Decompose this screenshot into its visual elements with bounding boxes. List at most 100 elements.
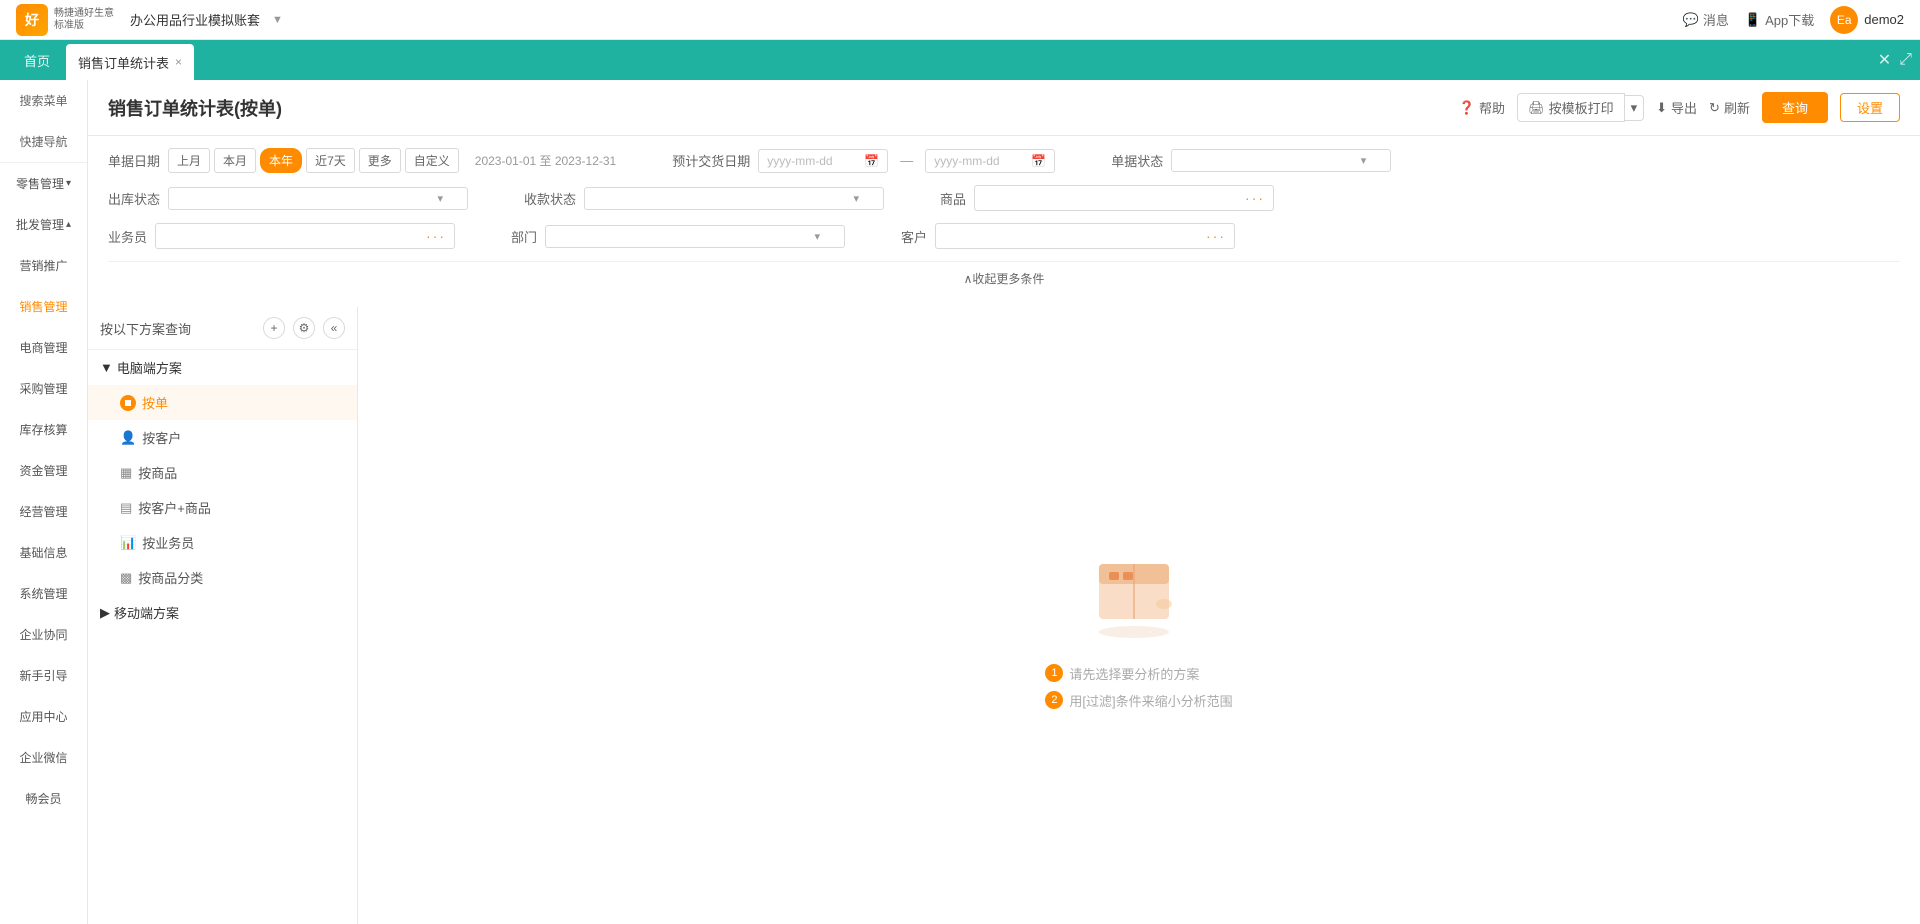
- top-bar-left: 好 畅捷通好生意 标准版 办公用品行业模拟账套 ▼: [16, 4, 283, 36]
- dispatch-select[interactable]: ▾: [168, 187, 468, 210]
- add-scheme-button[interactable]: +: [263, 317, 285, 339]
- scheme-item-by-goods[interactable]: ▦ 按商品: [88, 455, 357, 490]
- expected-date-to[interactable]: yyyy-mm-dd 📅: [925, 149, 1055, 173]
- date-btn-last-month[interactable]: 上月: [168, 148, 210, 173]
- scheme-item-by-order[interactable]: 按单: [88, 385, 357, 420]
- filter-order-status: 单据状态 ▾: [1111, 149, 1391, 172]
- dispatch-dropdown-icon: ▾: [437, 192, 443, 205]
- date-btn-more[interactable]: 更多: [359, 148, 401, 173]
- by-goods-label: 按商品: [138, 463, 177, 482]
- scheme-item-by-sales-rep[interactable]: 📊 按业务员: [88, 525, 357, 560]
- new-guide-label: 新手引导: [19, 669, 67, 683]
- filter-expected-date: 预计交货日期 yyyy-mm-dd 📅 — yyyy-mm-dd 📅: [672, 149, 1055, 173]
- sidebar-item-finance[interactable]: 资金管理: [0, 450, 87, 491]
- customer-dots-icon[interactable]: ···: [1206, 228, 1226, 244]
- top-bar-right: 💬 消息 📱 App下载 Ea demo2: [1683, 6, 1904, 34]
- scheme-item-by-customer-goods[interactable]: ▤ 按客户+商品: [88, 490, 357, 525]
- goods-dots-icon[interactable]: ···: [1245, 190, 1265, 206]
- tab-home[interactable]: 首页: [8, 40, 66, 80]
- enterprise-label: 企业协同: [19, 628, 67, 642]
- settings-scheme-button[interactable]: ⚙: [293, 317, 315, 339]
- sidebar-item-search-menu[interactable]: 搜索菜单: [0, 80, 87, 121]
- date-btn-last-7-days[interactable]: 近7天: [306, 148, 355, 173]
- sales-rep-label: 业务员: [108, 227, 147, 246]
- customer-input[interactable]: ···: [935, 223, 1235, 249]
- sidebar-item-system[interactable]: 系统管理: [0, 573, 87, 614]
- sidebar-item-new-guide[interactable]: 新手引导: [0, 655, 87, 696]
- date-btn-this-month[interactable]: 本月: [214, 148, 256, 173]
- status-select[interactable]: ▾: [1171, 149, 1391, 172]
- expected-date-from[interactable]: yyyy-mm-dd 📅: [758, 149, 888, 173]
- page-header: 销售订单统计表(按单) ❓ 帮助 🖨 按模板打印 ▾: [88, 80, 1920, 136]
- refresh-label: 刷新: [1724, 98, 1750, 117]
- sidebar-item-basic-info[interactable]: 基础信息: [0, 532, 87, 573]
- department-select[interactable]: ▾: [545, 225, 845, 248]
- collapse-button[interactable]: ∧ 收起更多条件: [108, 261, 1900, 295]
- content-area: 销售订单统计表(按单) ❓ 帮助 🖨 按模板打印 ▾: [88, 80, 1920, 924]
- date-btn-this-year[interactable]: 本年: [260, 148, 302, 173]
- filter-department: 部门 ▾: [511, 225, 845, 248]
- refresh-button[interactable]: ↻ 刷新: [1709, 98, 1750, 117]
- app-dropdown-arrow[interactable]: ▼: [272, 14, 283, 26]
- sidebar-item-enterprise-wechat[interactable]: 企业微信: [0, 737, 87, 778]
- date-btn-custom[interactable]: 自定义: [405, 148, 459, 173]
- payment-label: 收款状态: [524, 189, 576, 208]
- sidebar-item-marketing[interactable]: 营销推广: [0, 245, 87, 286]
- print-dropdown-icon[interactable]: ▾: [1625, 95, 1645, 121]
- sidebar-item-retail[interactable]: 零售管理 ▾: [0, 163, 87, 204]
- scheme-item-by-goods-category[interactable]: ▩ 按商品分类: [88, 560, 357, 595]
- sidebar-item-wholesale[interactable]: 批发管理 ▴: [0, 204, 87, 245]
- sidebar-item-sales[interactable]: 销售管理: [0, 286, 87, 327]
- inventory-label: 库存核算: [19, 423, 67, 437]
- app-container: 好 畅捷通好生意 标准版 办公用品行业模拟账套 ▼ 💬 消息 📱 App下载 E…: [0, 0, 1920, 924]
- sidebar-item-membership[interactable]: 畅会员: [0, 778, 87, 819]
- sidebar-item-quick-nav[interactable]: 快捷导航: [0, 121, 87, 163]
- search-menu-label: 搜索菜单: [19, 94, 67, 108]
- page-header-wrapper: 销售订单统计表(按单) ❓ 帮助 🖨 按模板打印 ▾: [88, 80, 1920, 307]
- retail-label-group: 零售管理 ▾: [0, 175, 87, 192]
- message-button[interactable]: 💬 消息: [1683, 10, 1729, 29]
- print-button[interactable]: 🖨 按模板打印: [1517, 93, 1625, 122]
- sidebar-item-enterprise[interactable]: 企业协同: [0, 614, 87, 655]
- by-customer-label: 按客户: [142, 428, 181, 447]
- app-download-button[interactable]: 📱 App下载: [1745, 10, 1814, 29]
- step-1-text: 请先选择要分析的方案: [1069, 664, 1199, 683]
- sales-rep-dots-icon[interactable]: ···: [426, 228, 446, 244]
- sidebar-item-app-center[interactable]: 应用中心: [0, 696, 87, 737]
- collapse-scheme-button[interactable]: «: [323, 317, 345, 339]
- scheme-group-pc-title[interactable]: ▼ 电脑端方案: [88, 350, 357, 385]
- tab-close-icon[interactable]: ×: [175, 55, 182, 69]
- payment-select[interactable]: ▾: [584, 187, 884, 210]
- maximize-icon[interactable]: ⤢: [1899, 51, 1912, 69]
- settings-button[interactable]: 设置: [1840, 93, 1900, 122]
- user-area[interactable]: Ea demo2: [1830, 6, 1904, 34]
- tab-active[interactable]: 销售订单统计表 ×: [66, 44, 194, 80]
- date-dash: —: [896, 153, 917, 168]
- refresh-icon: ↻: [1709, 100, 1720, 116]
- empty-step-2: 2 用[过滤]条件来缩小分析范围: [1045, 691, 1232, 710]
- marketing-label: 营销推广: [19, 259, 67, 273]
- step-1-number: 1: [1045, 664, 1063, 682]
- filter-goods: 商品 ···: [940, 185, 1274, 211]
- main-area: 搜索菜单 快捷导航 零售管理 ▾ 批发管理 ▴ 营销推广 销: [0, 80, 1920, 924]
- scheme-group-mobile-title[interactable]: ▶ 移动端方案: [88, 595, 357, 630]
- ecommerce-label: 电商管理: [19, 341, 67, 355]
- membership-label: 畅会员: [25, 792, 61, 806]
- sidebar-item-operations[interactable]: 经营管理: [0, 491, 87, 532]
- sidebar-item-inventory[interactable]: 库存核算: [0, 409, 87, 450]
- operations-label: 经营管理: [19, 505, 67, 519]
- scheme-item-by-customer[interactable]: 👤 按客户: [88, 420, 357, 455]
- goods-input[interactable]: ···: [974, 185, 1274, 211]
- scheme-header-label: 按以下方案查询: [100, 319, 191, 338]
- export-button[interactable]: ⬇ 导出: [1656, 98, 1697, 117]
- help-button[interactable]: ❓ 帮助: [1459, 98, 1505, 117]
- by-goods-category-icon: ▩: [120, 570, 132, 586]
- query-button[interactable]: 查询: [1762, 92, 1828, 123]
- print-label: 按模板打印: [1549, 98, 1614, 117]
- sidebar-item-ecommerce[interactable]: 电商管理: [0, 327, 87, 368]
- sales-rep-input[interactable]: ···: [155, 223, 455, 249]
- restore-icon[interactable]: ✕: [1878, 50, 1891, 70]
- sidebar-item-purchase[interactable]: 采购管理: [0, 368, 87, 409]
- download-icon: 📱: [1745, 12, 1761, 28]
- by-goods-icon: ▦: [120, 465, 132, 481]
